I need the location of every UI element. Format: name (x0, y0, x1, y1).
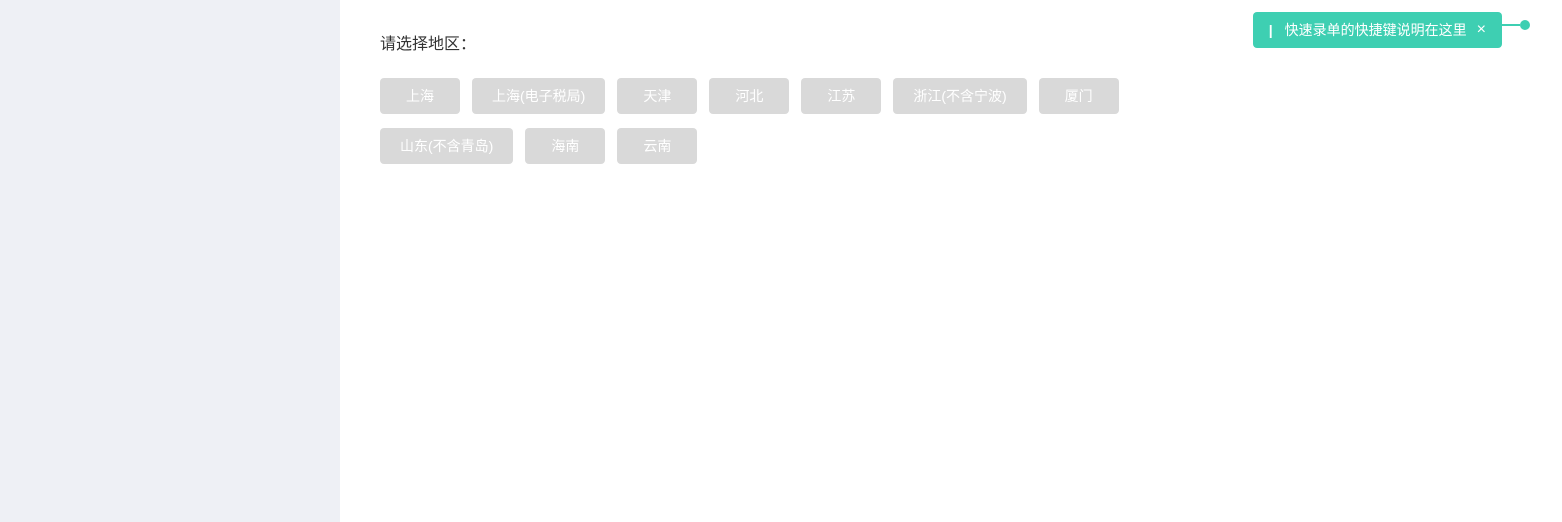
region-button[interactable]: 浙江(不含宁波) (893, 78, 1026, 114)
region-row-2: 山东(不含青岛) 海南云南 (380, 128, 1522, 164)
region-button[interactable]: 上海(电子税局) (472, 78, 605, 114)
main-content: 请选择地区： 上海上海(电子税局)天津河北江苏浙江(不含宁波)厦门 山东(不含青… (340, 0, 1562, 522)
region-button[interactable]: 云南 (617, 128, 697, 164)
tooltip-banner: 快速录单的快捷键说明在这里 × (1253, 12, 1502, 48)
region-row-1: 上海上海(电子税局) 天津河北江苏浙江(不含宁波) 厦门 (380, 78, 1522, 114)
tooltip-connector-dot (1520, 20, 1530, 30)
region-button[interactable]: 上海 (380, 78, 460, 114)
region-button[interactable]: 海南 (525, 128, 605, 164)
region-button[interactable]: 厦门 (1039, 78, 1119, 114)
tooltip-close-button[interactable]: × (1477, 22, 1486, 38)
region-button[interactable]: 山东(不含青岛) (380, 128, 513, 164)
tooltip-connector-line (1502, 24, 1520, 26)
region-button[interactable]: 江苏 (801, 78, 881, 114)
region-button[interactable]: 河北 (709, 78, 789, 114)
region-button[interactable]: 天津 (617, 78, 697, 114)
tooltip-text: 快速录单的快捷键说明在这里 (1285, 20, 1467, 40)
left-panel (0, 0, 340, 522)
